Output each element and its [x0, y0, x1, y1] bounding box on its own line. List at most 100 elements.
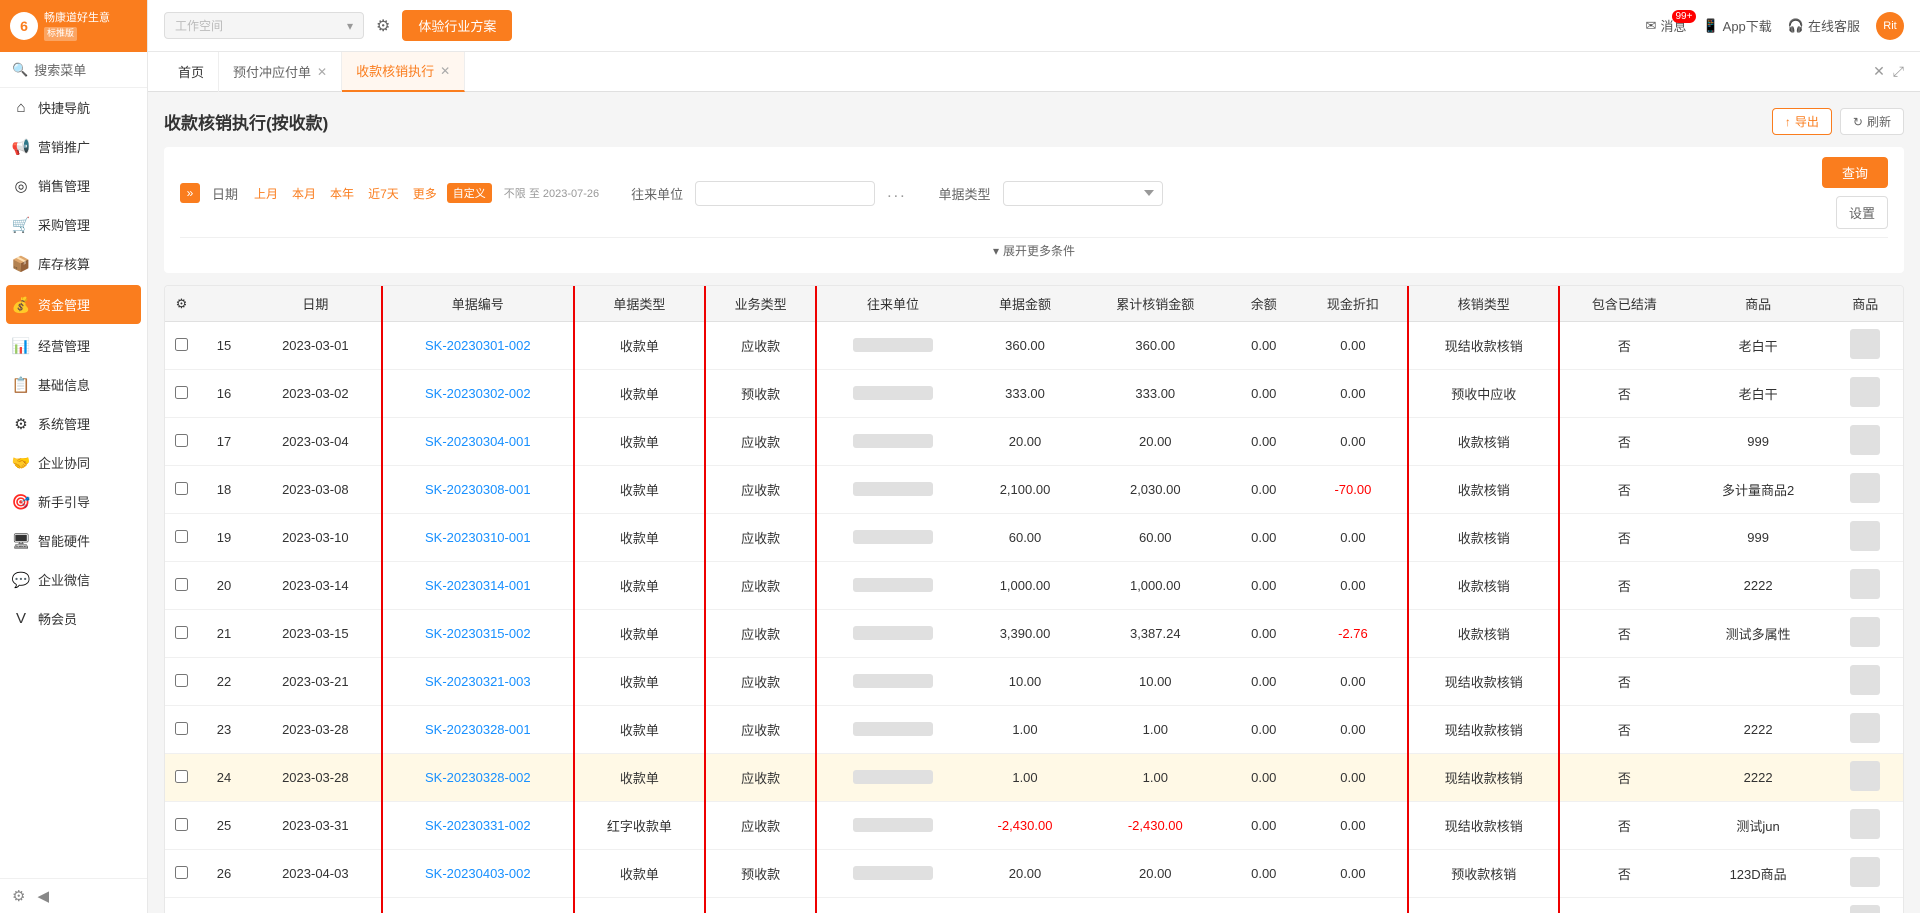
cell-cancel-type: 现结收款核销: [1408, 802, 1559, 850]
table-row: 17 2023-03-04 SK-20230304-001 收款单 应收款 20…: [165, 418, 1903, 466]
cell-checkbox[interactable]: [165, 466, 198, 514]
online-service-button[interactable]: 🎧 在线客服: [1788, 16, 1860, 35]
sidebar-item-hardware[interactable]: 🖥 智能硬件: [0, 521, 147, 560]
cell-checkbox[interactable]: [165, 418, 198, 466]
cell-seq: 18: [198, 466, 250, 514]
cell-cancel-type: 现结收款核销: [1408, 898, 1559, 913]
tab-home[interactable]: 首页: [164, 52, 219, 92]
cell-cancel-type: 现结收款核销: [1408, 322, 1559, 370]
cell-include-settled: 否: [1559, 466, 1689, 514]
this-year-btn[interactable]: 本年: [326, 183, 358, 204]
tab-prepay-orders[interactable]: 预付冲应付单 ✕: [219, 52, 342, 92]
table-scroll[interactable]: ⚙ 日期 单据编号 单据类型 业务类型 往来单位 单据金额 累计核销金额 余额 …: [165, 286, 1903, 913]
receipt-tab-close-icon[interactable]: ✕: [440, 64, 450, 78]
sidebar-item-guide[interactable]: 🎯 新手引导: [0, 482, 147, 521]
cell-cancel-type: 收款核销: [1408, 466, 1559, 514]
cell-checkbox[interactable]: [165, 898, 198, 913]
cell-doc-no: SK-20230314-001: [382, 562, 574, 610]
solution-button[interactable]: 体验行业方案: [402, 10, 512, 41]
sidebar-item-marketing[interactable]: 📢 营销推广: [0, 127, 147, 166]
cell-seq: 27: [198, 898, 250, 913]
cell-goods2: [1828, 754, 1903, 802]
cell-checkbox[interactable]: [165, 850, 198, 898]
cell-goods2: [1828, 466, 1903, 514]
tab-receipt-cancel[interactable]: 收款核销执行 ✕: [342, 52, 465, 92]
table-row: 21 2023-03-15 SK-20230315-002 收款单 应收款 3,…: [165, 610, 1903, 658]
sidebar-logo: 6 畅康道好生意 标推版: [0, 0, 147, 52]
cell-partner: [816, 610, 968, 658]
more-date-btn[interactable]: 更多: [409, 183, 441, 204]
expand-more-btn[interactable]: ▾ 展开更多条件: [180, 237, 1888, 263]
query-button[interactable]: 查询: [1822, 157, 1888, 188]
cell-cancel-type: 收款核销: [1408, 418, 1559, 466]
sidebar-item-inventory[interactable]: 📦 库存核算: [0, 244, 147, 283]
cell-cancel-amount: 1.00: [1081, 754, 1229, 802]
cell-doc-no: SK-20230308-001: [382, 466, 574, 514]
cell-goods: [1689, 658, 1828, 706]
cell-partner: [816, 514, 968, 562]
export-button[interactable]: ↑ 导出: [1772, 108, 1832, 135]
gear-icon[interactable]: ⚙: [376, 16, 390, 36]
cell-checkbox[interactable]: [165, 610, 198, 658]
sidebar-item-wechat[interactable]: 💬 企业微信: [0, 560, 147, 599]
refresh-button[interactable]: ↻ 刷新: [1840, 108, 1904, 135]
cell-goods2: [1828, 610, 1903, 658]
filter-toggle[interactable]: »: [180, 183, 200, 203]
maximize-icon[interactable]: ⤢: [1893, 63, 1904, 80]
cell-checkbox[interactable]: [165, 370, 198, 418]
sidebar-item-member[interactable]: V 畅会员: [0, 599, 147, 638]
cell-doc-no: SK-20230302-002: [382, 370, 574, 418]
prepay-tab-close-icon[interactable]: ✕: [317, 65, 327, 79]
message-button[interactable]: ✉ 消息 99+: [1646, 16, 1687, 35]
sidebar-item-system[interactable]: ⚙ 系统管理: [0, 404, 147, 443]
cell-checkbox[interactable]: [165, 514, 198, 562]
sidebar-item-sales[interactable]: ◎ 销售管理: [0, 166, 147, 205]
partner-input[interactable]: [695, 181, 875, 206]
cell-doc-no: SK-20230315-002: [382, 610, 574, 658]
app-download-button[interactable]: 📱 App下载: [1702, 16, 1771, 35]
settings-bottom-icon[interactable]: ⚙: [12, 887, 25, 905]
page-header: 收款核销执行(按收款) ↑ 导出 ↻ 刷新: [164, 108, 1904, 135]
sidebar-item-operations[interactable]: 📊 经营管理: [0, 326, 147, 365]
cell-biz-type: 预收款: [705, 850, 817, 898]
cell-checkbox[interactable]: [165, 658, 198, 706]
cell-amount: 333.00: [969, 370, 1082, 418]
table-row: 20 2023-03-14 SK-20230314-001 收款单 应收款 1,…: [165, 562, 1903, 610]
cell-balance: 0.00: [1229, 322, 1298, 370]
user-avatar[interactable]: Rit: [1876, 12, 1904, 40]
cell-checkbox[interactable]: [165, 322, 198, 370]
sidebar-item-purchase[interactable]: 🛒 采购管理: [0, 205, 147, 244]
doc-type-select[interactable]: [1003, 181, 1163, 206]
purchase-icon: 🛒: [12, 216, 30, 234]
page-title: 收款核销执行(按收款): [164, 109, 328, 134]
tabbar: 首页 预付冲应付单 ✕ 收款核销执行 ✕ ✕ ⤢: [148, 52, 1920, 92]
workspace-selector[interactable]: 工作空间 ▾: [164, 12, 364, 39]
cell-checkbox[interactable]: [165, 706, 198, 754]
sidebar-search[interactable]: 🔍 搜索菜单: [0, 52, 147, 88]
cell-balance: 0.00: [1229, 898, 1298, 913]
last-7days-btn[interactable]: 近7天: [364, 183, 403, 204]
sidebar-item-enterprise[interactable]: 🤝 企业协同: [0, 443, 147, 482]
th-cancel-amount: 累计核销金额: [1081, 286, 1229, 322]
collapse-icon[interactable]: ◀: [37, 887, 49, 905]
custom-date-btn[interactable]: 自定义: [447, 183, 492, 203]
cell-seq: 24: [198, 754, 250, 802]
sidebar-item-basic[interactable]: 📋 基础信息: [0, 365, 147, 404]
sidebar-item-quick-nav[interactable]: ⌂ 快捷导航: [0, 88, 147, 127]
filter-row: » 日期 上月 本月 本年 近7天 更多 自定义 不限 至 2023-07-26…: [180, 157, 1888, 229]
table-row: 22 2023-03-21 SK-20230321-003 收款单 应收款 10…: [165, 658, 1903, 706]
cell-checkbox[interactable]: [165, 562, 198, 610]
filter-settings-button[interactable]: 设置: [1836, 196, 1888, 229]
cell-partner: [816, 418, 968, 466]
last-month-btn[interactable]: 上月: [250, 183, 282, 204]
cell-cancel-type: 收款核销: [1408, 562, 1559, 610]
sidebar-item-finance[interactable]: 💰 资金管理: [6, 285, 141, 324]
cell-include-settled: 否: [1559, 322, 1689, 370]
cell-goods2: [1828, 514, 1903, 562]
cell-goods: 999: [1689, 418, 1828, 466]
cell-doc-no: SK-20230331-002: [382, 802, 574, 850]
cell-checkbox[interactable]: [165, 802, 198, 850]
this-month-btn[interactable]: 本月: [288, 183, 320, 204]
close-window-icon[interactable]: ✕: [1873, 63, 1885, 80]
cell-checkbox[interactable]: [165, 754, 198, 802]
